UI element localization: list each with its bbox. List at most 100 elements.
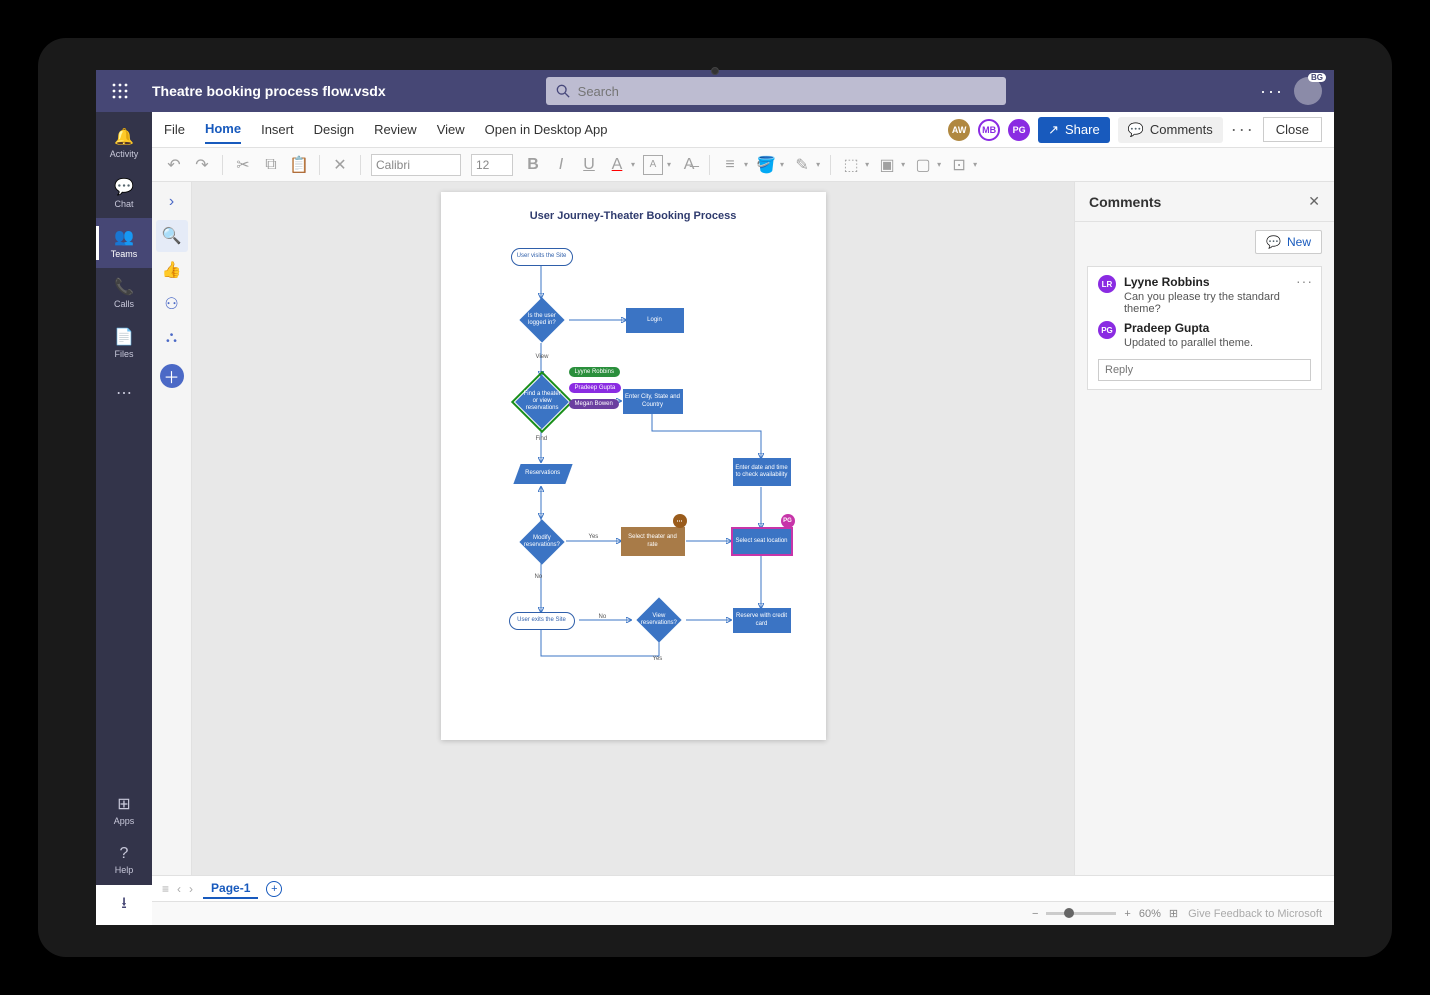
zoom-in-icon[interactable]: +: [1124, 908, 1130, 920]
shape-decision-loggedin[interactable]: Is the user logged in?: [519, 297, 564, 342]
avatar: PG: [1098, 321, 1116, 339]
chevron-right-icon[interactable]: ›: [156, 186, 188, 218]
tab-review[interactable]: Review: [374, 116, 417, 143]
page-tab-1[interactable]: Page-1: [203, 879, 258, 899]
close-icon[interactable]: ✕: [1308, 193, 1320, 210]
redo-icon[interactable]: ↷: [192, 155, 212, 175]
document-title: Theatre booking process flow.vsdx: [152, 83, 386, 99]
apps-icon: ⊞: [117, 794, 130, 814]
hierarchy-icon[interactable]: ⚇: [156, 288, 188, 320]
fit-page-icon[interactable]: ⊞: [1169, 907, 1178, 920]
flow-label: Find: [536, 436, 548, 442]
thumbs-up-icon[interactable]: 👍: [156, 254, 188, 286]
highlight-icon[interactable]: A: [643, 155, 663, 175]
shape-enter-city[interactable]: Enter City, State and Country: [623, 389, 683, 414]
shape-reserve[interactable]: Reserve with credit card: [733, 608, 791, 633]
shape-decision-findorview[interactable]: Find a theater or view reservations: [515, 375, 569, 429]
tab-view[interactable]: View: [437, 116, 465, 143]
italic-icon[interactable]: I: [551, 155, 571, 175]
send-back-icon[interactable]: ▢: [913, 155, 933, 175]
shape-reservations[interactable]: Reservations: [513, 464, 572, 484]
flow-label: Yes: [653, 656, 663, 662]
bring-front-icon[interactable]: ▣: [877, 155, 897, 175]
search-input[interactable]: [578, 84, 996, 99]
paste-icon[interactable]: 📋: [289, 155, 309, 175]
comment-icon: 💬: [1128, 122, 1144, 138]
sitemap-icon[interactable]: ⛬: [156, 322, 188, 354]
prev-page-icon[interactable]: ‹: [175, 882, 183, 896]
clear-format-icon[interactable]: A̶: [679, 155, 699, 175]
tab-file[interactable]: File: [164, 116, 185, 143]
font-family-select[interactable]: [371, 154, 461, 176]
shape-decision-viewres[interactable]: View reservations?: [636, 597, 681, 642]
phone-icon: 📞: [114, 277, 134, 297]
rail-help[interactable]: ?Help: [96, 835, 152, 885]
user-avatar[interactable]: BG: [1294, 77, 1322, 105]
tab-insert[interactable]: Insert: [261, 116, 294, 143]
delete-icon[interactable]: ✕: [330, 155, 350, 175]
group-icon[interactable]: ⊡: [949, 155, 969, 175]
zoom-slider[interactable]: [1046, 912, 1116, 915]
zoom-out-icon[interactable]: −: [1032, 908, 1038, 920]
comments-button[interactable]: 💬Comments: [1118, 117, 1223, 143]
close-button[interactable]: Close: [1263, 117, 1322, 142]
shape-start[interactable]: User visits the Site: [511, 248, 573, 266]
copy-icon[interactable]: ⧉: [261, 155, 281, 175]
ribbon-more-icon[interactable]: ···: [1231, 119, 1255, 140]
presence-avatar-aw[interactable]: AW: [948, 119, 970, 141]
rail-chat[interactable]: 💬Chat: [96, 168, 152, 218]
add-shape-button[interactable]: ＋: [160, 364, 184, 388]
reply-input[interactable]: [1098, 359, 1311, 381]
search-shapes-icon[interactable]: 🔍: [156, 220, 188, 252]
next-page-icon[interactable]: ›: [187, 882, 195, 896]
shape-login[interactable]: Login: [626, 308, 684, 333]
rail-teams[interactable]: 👥Teams: [96, 218, 152, 268]
shape-select-seat[interactable]: Select seat location: [733, 529, 791, 554]
arrange-icon[interactable]: ⬚: [841, 155, 861, 175]
rail-activity[interactable]: 🔔Activity: [96, 118, 152, 168]
tab-home[interactable]: Home: [205, 115, 241, 144]
comment-author: Lyyne Robbins: [1124, 275, 1311, 289]
fill-color-icon[interactable]: 🪣: [756, 155, 776, 175]
share-button[interactable]: ↗Share: [1038, 117, 1110, 143]
rail-calls[interactable]: 📞Calls: [96, 268, 152, 318]
add-page-button[interactable]: +: [266, 881, 282, 897]
shape-enter-date[interactable]: Enter date and time to check availabilit…: [733, 458, 791, 486]
rail-apps[interactable]: ⊞Apps: [96, 785, 152, 835]
share-icon: ↗: [1048, 122, 1059, 138]
diagram-page: User Journey-Theater Booking Process: [441, 192, 826, 740]
presence-avatar-mb[interactable]: MB: [978, 119, 1000, 141]
shape-exit[interactable]: User exits the Site: [509, 612, 575, 630]
status-bar: − + 60% ⊞ Give Feedback to Microsoft: [152, 901, 1334, 925]
search-box[interactable]: [546, 77, 1006, 105]
underline-icon[interactable]: U: [579, 155, 599, 175]
shape-decision-modify[interactable]: Modify reservations?: [519, 519, 564, 564]
presence-avatar-pg[interactable]: PG: [1008, 119, 1030, 141]
download-button[interactable]: ⭳: [96, 885, 152, 925]
undo-icon[interactable]: ↶: [164, 155, 184, 175]
diagram-canvas[interactable]: User Journey-Theater Booking Process: [192, 182, 1074, 875]
cut-icon[interactable]: ✂: [233, 155, 253, 175]
flow-label: Yes: [589, 534, 599, 540]
page-tabs-bar: ≡ ‹ › Page-1 +: [152, 875, 1334, 901]
presence-badge-brown: ⋯: [673, 514, 687, 528]
font-size-select[interactable]: [471, 154, 513, 176]
thread-more-icon[interactable]: ···: [1296, 273, 1313, 289]
header-more-icon[interactable]: ···: [1260, 81, 1284, 102]
bold-icon[interactable]: B: [523, 155, 543, 175]
feedback-link[interactable]: Give Feedback to Microsoft: [1188, 908, 1322, 920]
app-launcher-icon[interactable]: [108, 79, 132, 103]
flow-label: View: [536, 354, 549, 360]
font-color-icon[interactable]: A: [607, 155, 627, 175]
rail-files[interactable]: 📄Files: [96, 318, 152, 368]
tab-design[interactable]: Design: [314, 116, 354, 143]
rail-more[interactable]: ⋯: [96, 368, 152, 418]
flow-label: No: [535, 574, 543, 580]
new-comment-button[interactable]: 💬New: [1255, 230, 1322, 254]
open-in-desktop-link[interactable]: Open in Desktop App: [485, 122, 608, 137]
comment-author: Pradeep Gupta: [1124, 321, 1311, 335]
align-icon[interactable]: ≡: [720, 155, 740, 175]
shape-select-theater[interactable]: Select theater and rate: [623, 529, 683, 554]
pages-menu-icon[interactable]: ≡: [160, 882, 171, 896]
line-color-icon[interactable]: ✎: [792, 155, 812, 175]
